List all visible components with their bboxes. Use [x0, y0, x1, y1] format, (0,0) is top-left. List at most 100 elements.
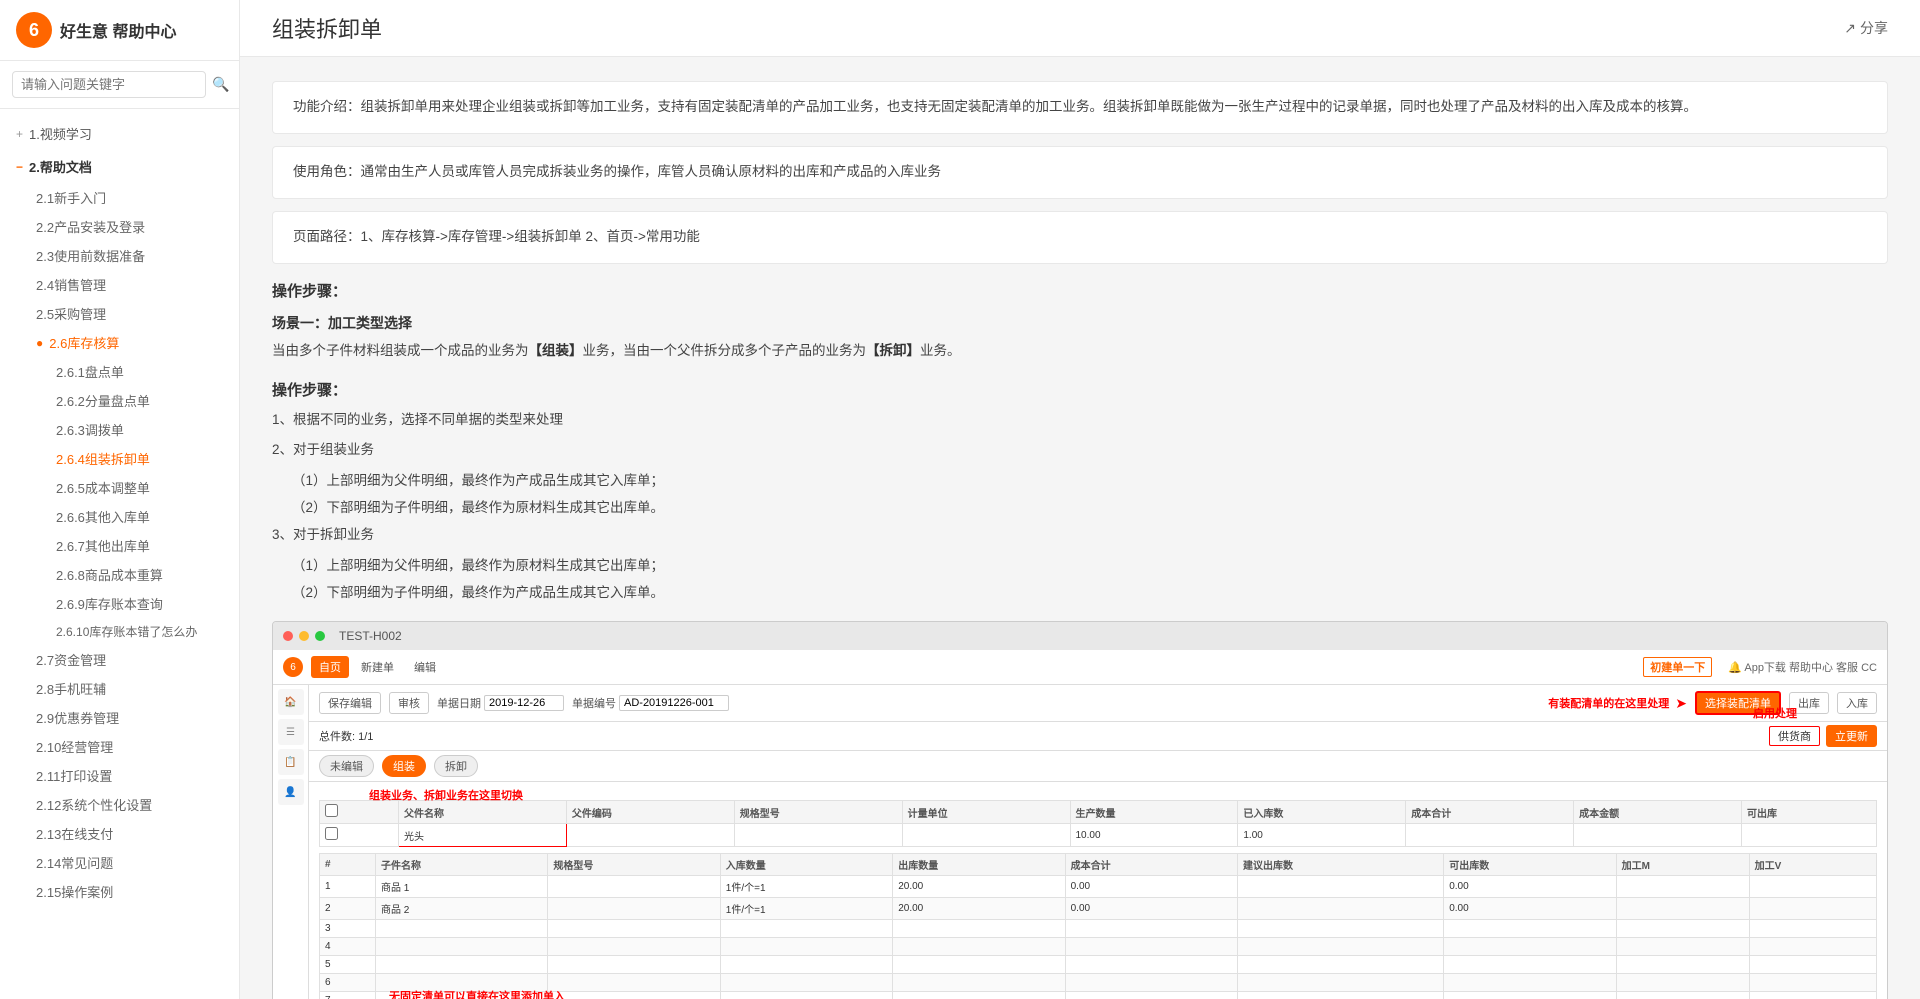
- col-child-avail: 加工M: [1616, 854, 1749, 876]
- sidebar-item-2-6-1[interactable]: 2.6.1盘点单: [44, 357, 239, 386]
- sidebar-item-2-6-2[interactable]: 2.6.2分量盘点单: [44, 386, 239, 415]
- sidebar-item-2-2[interactable]: 2.2产品安装及登录: [28, 212, 239, 241]
- app-nav-home[interactable]: 自页: [311, 656, 349, 678]
- callout1-area: 有装配清单的在这里处理 ➤: [1548, 695, 1687, 712]
- app-nav-new[interactable]: 新建单: [353, 656, 402, 678]
- app-save-btn[interactable]: 保存编辑: [319, 692, 381, 714]
- ss-max-dot: [315, 631, 325, 641]
- sidebar-item-2-6-6[interactable]: 2.6.6其他入库单: [44, 502, 239, 531]
- search-input[interactable]: [12, 71, 206, 98]
- sidebar-item-2-1[interactable]: 2.1新手入门: [28, 183, 239, 212]
- sidebar-item-2-8[interactable]: 2.8手机旺辅: [28, 674, 239, 703]
- callout1-text: 有装配清单的在这里处理: [1548, 695, 1669, 711]
- upper-table-area: 父件名称 父件编码 规格型号 计量单位 生产数量 已入库数 成本合计 成本金额: [309, 782, 1887, 849]
- scene1-desc: 当由多个子件材料组装成一个成品的业务为【组装】业务，当由一个父件拆分成多个子产品…: [272, 339, 1888, 363]
- app-confirm-btn[interactable]: 立更新: [1826, 725, 1877, 747]
- sidebar-item-2-5[interactable]: 2.5采购管理: [28, 299, 239, 328]
- callout4-text: 无固定清单可以直接在这里添加单入: [389, 988, 565, 999]
- sidebar-item-2-11[interactable]: 2.11打印设置: [28, 761, 239, 790]
- table-row: 4: [320, 938, 1877, 956]
- nav-tree: + 1.视频学习 − 2.帮助文档 2.1新手入门 2.2产品安装及登录 2.3…: [0, 109, 239, 914]
- col-child-name: 子件名称: [375, 854, 547, 876]
- row-cost-total: [1406, 824, 1574, 847]
- sidebar-item-2-12[interactable]: 2.12系统个性化设置: [28, 790, 239, 819]
- active-indicator: ●: [36, 336, 43, 350]
- search-icon[interactable]: 🔍: [212, 76, 229, 93]
- sidebar-item-2-13[interactable]: 2.13在线支付: [28, 819, 239, 848]
- row-parent-code: [566, 824, 734, 847]
- callout1-arrow: ➤: [1675, 695, 1687, 712]
- col-child-actual: 建议出库数: [1238, 854, 1444, 876]
- table-row: 3: [320, 920, 1877, 938]
- role-text: 使用角色：通常由生产人员或库管人员完成拆装业务的操作，库管人员确认原材料的出库和…: [293, 164, 941, 179]
- sidebar-item-2-6-9[interactable]: 2.6.9库存账本查询: [44, 589, 239, 618]
- step2-sub: （1）上部明细为父件明细，最终作为产成品生成其它入库单； （2）下部明细为子件明…: [272, 469, 1888, 521]
- share-button[interactable]: ↗ 分享: [1844, 18, 1888, 38]
- sidebar-item-2-10[interactable]: 2.10经营管理: [28, 732, 239, 761]
- sidebar-item-2-6-10[interactable]: 2.6.10库存账本错了怎么办: [44, 618, 239, 645]
- col-cost-amt: 成本金额: [1574, 801, 1742, 824]
- sidebar-item-2-6-3[interactable]: 2.6.3调拨单: [44, 415, 239, 444]
- step2-sub2: （2）下部明细为子件明细，最终作为原材料生成其它出库单。: [292, 496, 1888, 520]
- share-icon: ↗: [1844, 20, 1856, 37]
- sidebar: 6 好生意 帮助中心 🔍 + 1.视频学习 − 2.帮助文档 2.1新手入门 2…: [0, 0, 240, 999]
- app-next-btn[interactable]: 初建单一下: [1643, 657, 1712, 677]
- scene1-title: 场景一：加工类型选择: [272, 313, 1888, 333]
- sidebar-item-2-6-5[interactable]: 2.6.5成本调整单: [44, 473, 239, 502]
- app-sidebar-form[interactable]: 📋: [278, 749, 304, 775]
- app-nav-edit[interactable]: 编辑: [406, 656, 444, 678]
- sidebar-item-2-7[interactable]: 2.7资金管理: [28, 645, 239, 674]
- col-prod-qty: 生产数量: [1070, 801, 1238, 824]
- supplier-input[interactable]: 供货商: [1769, 726, 1820, 746]
- sidebar-item-video[interactable]: + 1.视频学习: [0, 117, 239, 150]
- app-topbar: 6 自页 新建单 编辑 初建单一下 🔔 App下载 帮助中心 客服 CC: [273, 650, 1887, 685]
- col-child-plan: 成本合计: [1065, 854, 1237, 876]
- logo-icon: 6: [16, 12, 52, 48]
- col-unit: 计量单位: [902, 801, 1070, 824]
- callout2-text: 组装业务、拆卸业务在这里切换: [369, 787, 523, 803]
- callout3-label: 启用处理: [1753, 705, 1797, 721]
- process-type-disassemble[interactable]: 拆卸: [434, 755, 478, 777]
- app-sidebar-home[interactable]: 🏠: [278, 689, 304, 715]
- step3-sub2: （2）下部明细为子件明细，最终作为产成品生成其它入库单。: [292, 581, 1888, 605]
- sidebar-item-2-6[interactable]: ● 2.6库存核算: [28, 328, 239, 357]
- ss-body: 6 自页 新建单 编辑 初建单一下 🔔 App下载 帮助中心 客服 CC 🏠 ☰: [273, 650, 1887, 999]
- form-date-label: 单据日期: [437, 695, 481, 711]
- sidebar-item-2-9[interactable]: 2.9优惠券管理: [28, 703, 239, 732]
- lower-table-area: # 子件名称 规格型号 入库数量 出库数量 成本合计 建议出库数 可出库数 加工: [309, 849, 1887, 999]
- sidebar-item-2-6-4[interactable]: 2.6.4组装拆卸单: [44, 444, 239, 473]
- app-sidebar-list[interactable]: ☰: [278, 719, 304, 745]
- app-sidebar-user[interactable]: 👤: [278, 779, 304, 805]
- table-row: 光头 10.00 1.00: [320, 824, 1877, 847]
- stats-row: 总件数: 1/1 启用处理 供货商 立更新: [309, 722, 1887, 751]
- row-check: [320, 824, 399, 847]
- step1: 1、根据不同的业务，选择不同单据的类型来处理: [272, 408, 1888, 432]
- table-row: 2 商品 2 1件/个=1 20.00 0.00 0.00: [320, 898, 1877, 920]
- sidebar-item-2-3[interactable]: 2.3使用前数据准备: [28, 241, 239, 270]
- sidebar-item-docs[interactable]: − 2.帮助文档: [0, 150, 239, 183]
- row-instock: 1.00: [1238, 824, 1406, 847]
- sidebar-item-2-14[interactable]: 2.14常见问题: [28, 848, 239, 877]
- sidebar-item-2-15[interactable]: 2.15操作案例: [28, 877, 239, 906]
- ss-titlebar: TEST-H002: [273, 622, 1887, 650]
- sidebar-item-2-6-7[interactable]: 2.6.7其他出库单: [44, 531, 239, 560]
- step3-sub1: （1）上部明细为父件明细，最终作为原材料生成其它出库单；: [292, 554, 1888, 578]
- ss-close-dot: [283, 631, 293, 641]
- row-cost-amt: [1574, 824, 1742, 847]
- intro-text: 功能介绍：组装拆卸单用来处理企业组装或拆卸等加工业务，支持有固定装配清单的产品加…: [293, 99, 1697, 114]
- app-approve-btn[interactable]: 审核: [389, 692, 429, 714]
- collapse-icon: −: [16, 160, 23, 174]
- process-type-unedit[interactable]: 未编辑: [319, 755, 374, 777]
- step2: 2、对于组装业务: [272, 438, 1888, 462]
- select-all-checkbox[interactable]: [325, 804, 338, 817]
- form-date-input[interactable]: [484, 695, 564, 711]
- col-child-code2: 规格型号: [548, 854, 720, 876]
- app-in-btn[interactable]: 入库: [1837, 692, 1877, 714]
- sidebar-item-2-6-8[interactable]: 2.6.8商品成本重算: [44, 560, 239, 589]
- sidebar-item-2-4[interactable]: 2.4销售管理: [28, 270, 239, 299]
- form-order-input[interactable]: [619, 695, 729, 711]
- page-title: 组装拆卸单: [272, 12, 382, 44]
- nav-sub2: 2.6.1盘点单 2.6.2分量盘点单 2.6.3调拨单 2.6.4组装拆卸单 …: [28, 357, 239, 645]
- step2-sub1: （1）上部明细为父件明细，最终作为产成品生成其它入库单；: [292, 469, 1888, 493]
- process-type-assemble[interactable]: 组装: [382, 755, 426, 777]
